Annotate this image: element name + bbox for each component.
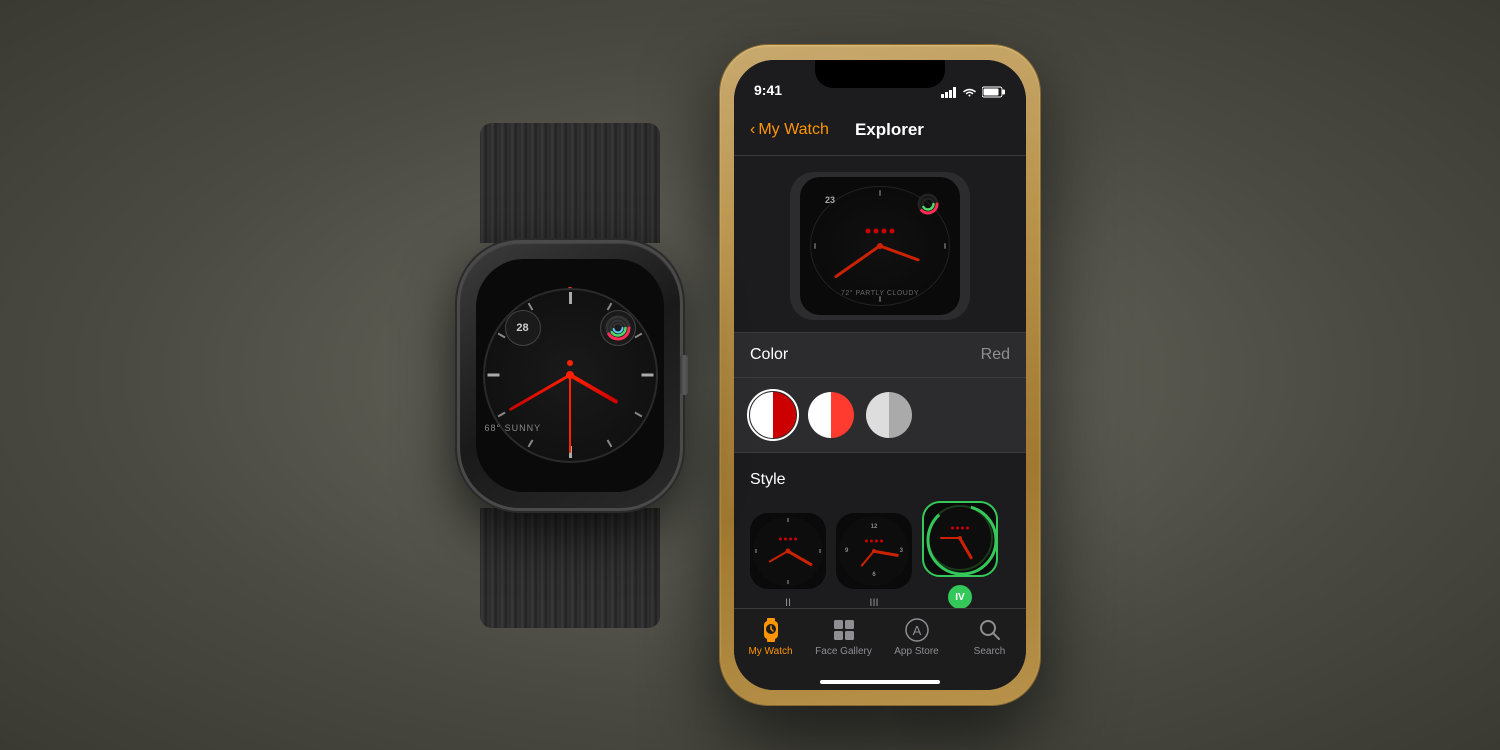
status-time: 9:41 — [754, 82, 782, 98]
style-section: Style — [734, 453, 1026, 608]
center-dot — [566, 371, 574, 379]
watch-hands — [485, 290, 656, 461]
style-face-II[interactable] — [750, 513, 826, 589]
color-row: Color Red — [734, 333, 1026, 377]
watch-band-bottom — [480, 508, 660, 628]
svg-text:A: A — [912, 623, 921, 638]
minute-hand — [509, 374, 571, 412]
second-hand — [569, 375, 571, 453]
color-value: Red — [981, 346, 1010, 364]
style-item-IV[interactable]: IV — [922, 501, 998, 608]
tab-search-icon — [977, 617, 1003, 643]
iphone-screen: 9:41 — [734, 60, 1026, 690]
style-item-II[interactable]: II — [750, 513, 826, 608]
tab-appstore-icon: A — [904, 617, 930, 643]
color-section: Color Red — [734, 332, 1026, 378]
watch-face: 28 — [480, 275, 660, 475]
tab-search[interactable]: Search — [958, 617, 1022, 657]
tab-face-gallery[interactable]: Face Gallery — [812, 617, 876, 657]
iphone-content: 23 — [734, 156, 1026, 608]
tab-face-gallery-label: Face Gallery — [815, 646, 872, 657]
color-label: Color — [750, 346, 788, 364]
watch-preview-section: 23 — [734, 156, 1026, 332]
style-face-III[interactable]: 12 6 3 9 — [836, 513, 912, 589]
home-indicator — [820, 680, 940, 684]
style-label-III: III — [869, 597, 878, 608]
watch-screen: 28 — [476, 259, 664, 492]
watch-preview-face: 23 — [800, 177, 960, 315]
nav-title: Explorer — [855, 120, 924, 140]
style-label: Style — [734, 463, 1026, 501]
hour-hand — [569, 373, 619, 404]
tab-watch-icon — [758, 617, 784, 643]
color-picker — [734, 378, 1026, 453]
tab-search-label: Search — [974, 646, 1006, 657]
signal-icon — [941, 87, 957, 98]
watch-crown[interactable] — [680, 355, 688, 395]
nav-bar: ‹ My Watch Explorer — [734, 104, 1026, 156]
watch-body: 28 — [460, 243, 680, 508]
status-icons — [941, 86, 1006, 98]
color-option-silver[interactable] — [866, 392, 912, 438]
preview-weather: 72° PARTLY CLOUDY — [841, 290, 919, 297]
battery-icon — [982, 86, 1006, 98]
back-chevron-icon: ‹ — [750, 121, 755, 139]
color-option-red-white[interactable] — [808, 392, 854, 438]
watch-weather: 68° SUNNY — [485, 423, 542, 433]
nav-back-button[interactable]: ‹ My Watch — [750, 121, 829, 139]
apple-watch: 28 — [460, 123, 680, 628]
style-face-IV[interactable] — [922, 501, 998, 577]
tab-my-watch[interactable]: My Watch — [739, 617, 803, 657]
style-selected-badge: IV — [948, 585, 972, 608]
iphone-body: 9:41 — [720, 45, 1040, 705]
tab-gallery-icon — [831, 617, 857, 643]
tab-bar: My Watch Face Gallery — [734, 608, 1026, 690]
tab-app-store-label: App Store — [894, 646, 938, 657]
watch-band-top — [480, 123, 660, 243]
style-label-II: II — [785, 597, 791, 608]
watch-preview-frame: 23 — [790, 172, 970, 320]
iphone-notch — [815, 60, 945, 88]
wifi-icon — [962, 87, 977, 98]
preview-hands — [811, 187, 949, 305]
style-item-III[interactable]: 12 6 3 9 — [836, 513, 912, 608]
nav-back-label: My Watch — [758, 121, 829, 139]
iphone: 9:41 — [720, 45, 1040, 705]
tab-my-watch-label: My Watch — [748, 646, 792, 657]
watch-dial: 28 — [483, 288, 658, 463]
style-grid: II 12 6 3 9 — [734, 501, 1026, 608]
tab-app-store[interactable]: A App Store — [885, 617, 949, 657]
color-option-red[interactable] — [750, 392, 796, 438]
scene: 28 — [460, 45, 1040, 705]
